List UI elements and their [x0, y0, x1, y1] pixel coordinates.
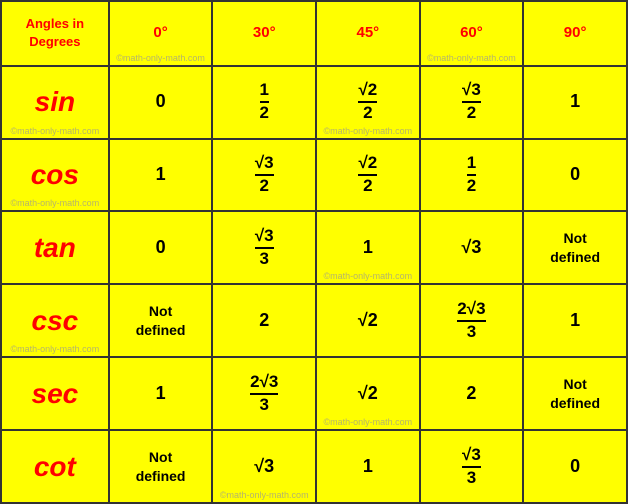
- tan-45: 1 ©math-only-math.com: [316, 211, 420, 284]
- watermark-cos: ©math-only-math.com: [2, 198, 108, 208]
- angle-60-header: 60° ©math-only-math.com: [420, 1, 524, 66]
- watermark-tan-45: ©math-only-math.com: [317, 271, 419, 281]
- sin-30: 1 2: [212, 66, 316, 139]
- cot-60: √3 3: [420, 430, 524, 503]
- cot-label: cot: [34, 451, 76, 482]
- watermark-1: ©math-only-math.com: [110, 53, 212, 63]
- tan-60: √3: [420, 211, 524, 284]
- angles-label: Angles inDegrees: [26, 16, 85, 49]
- tan-90: Notdefined: [523, 211, 627, 284]
- sec-60: 2: [420, 357, 524, 430]
- sec-30: 2√3 3: [212, 357, 316, 430]
- sin-45: √2 2 ©math-only-math.com: [316, 66, 420, 139]
- sec-0: 1: [109, 357, 213, 430]
- angle-0-header: 0° ©math-only-math.com: [109, 1, 213, 66]
- csc-60: 2√3 3: [420, 284, 524, 357]
- watermark-2: ©math-only-math.com: [421, 53, 523, 63]
- cos-45: √2 2: [316, 139, 420, 212]
- watermark-cot-30: ©math-only-math.com: [213, 490, 315, 500]
- sec-label-cell: sec: [1, 357, 109, 430]
- watermark-csc: ©math-only-math.com: [2, 344, 108, 354]
- sin-90: 1: [523, 66, 627, 139]
- tan-label-cell: tan: [1, 211, 109, 284]
- cos-60: 1 2: [420, 139, 524, 212]
- tan-label: tan: [34, 232, 76, 263]
- cos-30: √3 2: [212, 139, 316, 212]
- tan-30: √3 3: [212, 211, 316, 284]
- angle-90-header: 90°: [523, 1, 627, 66]
- watermark-sin-45: ©math-only-math.com: [317, 126, 419, 136]
- csc-label-cell: csc ©math-only-math.com: [1, 284, 109, 357]
- angle-90-value: 90°: [564, 24, 587, 41]
- sin-0: 0: [109, 66, 213, 139]
- cos-label-cell: cos ©math-only-math.com: [1, 139, 109, 212]
- angle-45-value: 45°: [356, 24, 379, 41]
- sin-60: √3 2: [420, 66, 524, 139]
- cot-90: 0: [523, 430, 627, 503]
- angles-header-cell: Angles inDegrees: [1, 1, 109, 66]
- csc-0: Notdefined: [109, 284, 213, 357]
- csc-90: 1: [523, 284, 627, 357]
- cot-0: Notdefined: [109, 430, 213, 503]
- csc-label: csc: [32, 305, 79, 336]
- sec-45: √2 ©math-only-math.com: [316, 357, 420, 430]
- angle-30-value: 30°: [253, 24, 276, 41]
- angle-30-header: 30°: [212, 1, 316, 66]
- sec-label: sec: [32, 378, 79, 409]
- tan-0: 0: [109, 211, 213, 284]
- watermark-sin: ©math-only-math.com: [2, 126, 108, 136]
- angle-60-value: 60°: [460, 24, 483, 41]
- sin-label: sin: [35, 86, 75, 117]
- csc-45: √2: [316, 284, 420, 357]
- cot-label-cell: cot: [1, 430, 109, 503]
- cot-45: 1: [316, 430, 420, 503]
- angle-0-value: 0°: [153, 24, 167, 41]
- csc-30: 2: [212, 284, 316, 357]
- angle-45-header: 45°: [316, 1, 420, 66]
- cos-0: 1: [109, 139, 213, 212]
- cos-label: cos: [31, 159, 79, 190]
- cot-30: √3 ©math-only-math.com: [212, 430, 316, 503]
- sin-label-cell: sin ©math-only-math.com: [1, 66, 109, 139]
- cos-90: 0: [523, 139, 627, 212]
- sec-90: Notdefined: [523, 357, 627, 430]
- watermark-sec-45: ©math-only-math.com: [317, 417, 419, 427]
